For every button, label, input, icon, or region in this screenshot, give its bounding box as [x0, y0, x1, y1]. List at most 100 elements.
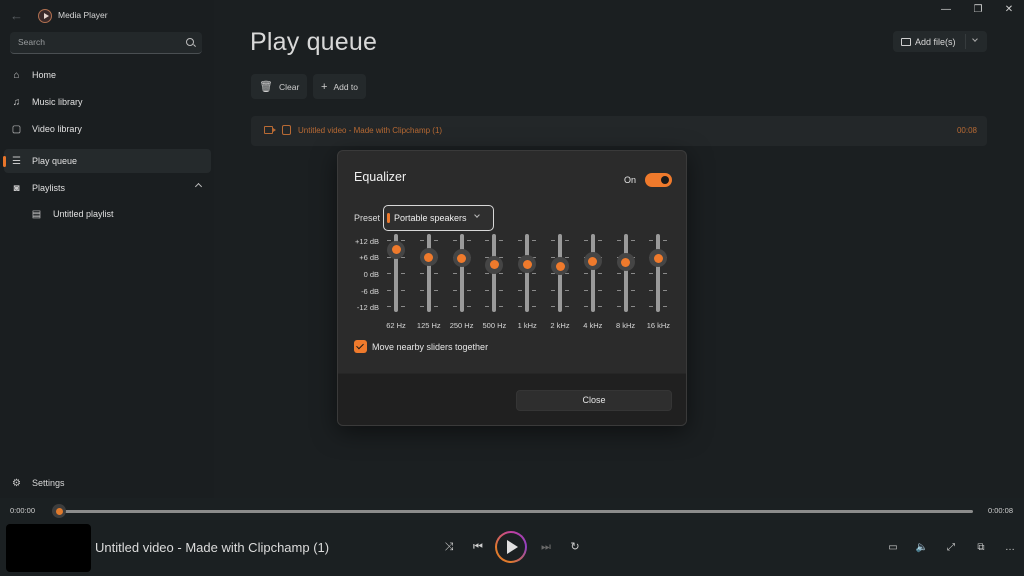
db-label: 0 dB: [363, 270, 379, 279]
move-nearby-label: Move nearby sliders together: [372, 342, 489, 352]
eq-tick: [532, 240, 537, 241]
equalizer-toggle[interactable]: [645, 173, 672, 187]
eq-tick: [630, 273, 635, 274]
eq-tick: [565, 256, 569, 258]
db-label: -6 dB: [361, 287, 379, 296]
eq-band: 62 Hz: [381, 234, 411, 332]
eq-tick: [551, 240, 555, 241]
close-window-button[interactable]: ✕: [1001, 4, 1017, 16]
eq-tick: [532, 289, 537, 291]
eq-tick: [452, 240, 457, 241]
queue-item[interactable]: Untitled video - Made with Clipchamp (1)…: [251, 116, 987, 146]
eq-slider-track[interactable]: [590, 234, 595, 312]
eq-tick: [433, 289, 438, 291]
miniplayer-icon[interactable]: ⧉: [974, 542, 988, 554]
sidebar-item-video-library[interactable]: ▢ Video library: [4, 117, 211, 141]
sidebar-item-playlists[interactable]: ◙ Playlists: [4, 176, 211, 200]
eq-tick: [565, 306, 569, 307]
sidebar-item-untitled-playlist[interactable]: ▤ Untitled playlist: [4, 202, 211, 226]
eq-tick: [649, 289, 654, 291]
eq-band: 4 kHz: [578, 234, 608, 332]
checkbox-icon[interactable]: [282, 125, 291, 135]
eq-tick: [419, 289, 424, 291]
volume-icon[interactable]: 🔈: [915, 542, 929, 554]
equalizer-dialog: Equalizer On Preset Portable speakers +1…: [337, 150, 687, 426]
chevron-up-icon[interactable]: [194, 182, 203, 191]
eq-slider-handle[interactable]: [551, 257, 569, 276]
search-input[interactable]: [10, 32, 170, 52]
repeat-icon[interactable]: ↻: [568, 540, 582, 554]
eq-tick: [387, 306, 391, 307]
sidebar-item-music-library[interactable]: ♫ Music library: [4, 90, 211, 114]
eq-slider-handle[interactable]: [419, 248, 438, 267]
eq-tick: [616, 273, 621, 274]
eq-tick: [466, 289, 471, 291]
restore-button[interactable]: ❐: [970, 4, 986, 16]
add-files-button[interactable]: Add file(s): [893, 31, 987, 52]
eq-slider-handle[interactable]: [485, 255, 504, 274]
db-label: +12 dB: [355, 237, 379, 246]
preset-dropdown[interactable]: Portable speakers: [383, 205, 494, 231]
eq-tick: [597, 240, 602, 241]
eq-slider-handle[interactable]: [583, 252, 602, 271]
next-icon[interactable]: ⏭: [539, 540, 553, 554]
video-icon: [264, 126, 276, 134]
eq-tick: [499, 306, 504, 307]
more-options-icon[interactable]: …: [1003, 542, 1017, 554]
clear-button[interactable]: 🗑 Clear: [251, 74, 308, 99]
eq-slider-handle[interactable]: [649, 249, 668, 268]
music-icon: ♫: [12, 96, 21, 108]
eq-band: 8 kHz: [611, 234, 641, 332]
video-thumbnail[interactable]: [6, 524, 91, 572]
search-icon[interactable]: [186, 38, 194, 46]
db-label: +6 dB: [359, 253, 379, 262]
eq-slider-track[interactable]: [426, 234, 431, 312]
playlists-icon: ◙: [13, 182, 20, 194]
eq-slider-track[interactable]: [525, 234, 530, 312]
shuffle-icon[interactable]: ⤨: [442, 540, 456, 554]
eq-slider-handle[interactable]: [518, 255, 537, 274]
seek-handle[interactable]: [52, 504, 66, 518]
preset-label: Preset: [354, 213, 381, 223]
play-button[interactable]: [495, 531, 527, 563]
eq-tick: [387, 289, 391, 291]
eq-slider-handle[interactable]: [387, 240, 405, 259]
eq-tick: [485, 289, 490, 291]
eq-tick: [401, 289, 405, 291]
close-button[interactable]: Close: [516, 390, 672, 411]
settings-label: Settings: [32, 478, 65, 488]
captions-icon[interactable]: ▭: [886, 542, 900, 554]
eq-slider-track[interactable]: [459, 234, 464, 312]
move-nearby-checkbox[interactable]: [354, 340, 367, 353]
sidebar: ← Media Player ⌂ Home ♫ Music library ▢ …: [0, 0, 214, 498]
sidebar-item-play-queue[interactable]: ☰ Play queue: [3, 149, 211, 173]
add-to-button[interactable]: + Add to: [313, 74, 367, 99]
eq-band: 500 Hz: [479, 234, 509, 332]
clear-label: Clear: [278, 81, 300, 92]
fullscreen-icon[interactable]: ⤢: [944, 542, 958, 554]
add-files-label: Add file(s): [915, 36, 956, 47]
home-icon: ⌂: [13, 69, 20, 81]
back-arrow-icon[interactable]: ←: [10, 8, 24, 24]
eq-tick: [565, 240, 569, 241]
eq-tick: [583, 273, 588, 274]
eq-tick: [433, 306, 438, 307]
sidebar-item-home[interactable]: ⌂ Home: [4, 63, 211, 87]
queue-item-title: Untitled video - Made with Clipchamp (1): [298, 126, 443, 135]
folder-icon: [901, 37, 911, 46]
minimize-button[interactable]: —: [938, 4, 954, 16]
eq-slider-track[interactable]: [623, 234, 628, 312]
eq-slider-track[interactable]: [656, 234, 661, 312]
eq-slider-handle[interactable]: [616, 253, 635, 271]
eq-tick: [485, 240, 490, 241]
video-library-icon: ▢: [11, 123, 22, 135]
eq-tick: [452, 289, 457, 291]
previous-icon[interactable]: ⏮: [471, 540, 485, 554]
queue-item-duration: 00:08: [956, 126, 977, 135]
eq-slider-handle[interactable]: [452, 249, 471, 268]
eq-tick: [387, 273, 391, 274]
chevron-down-icon[interactable]: [972, 36, 978, 42]
seek-bar[interactable]: [60, 510, 973, 513]
eq-tick: [387, 240, 391, 241]
sidebar-item-settings[interactable]: ⚙ Settings: [4, 472, 211, 494]
